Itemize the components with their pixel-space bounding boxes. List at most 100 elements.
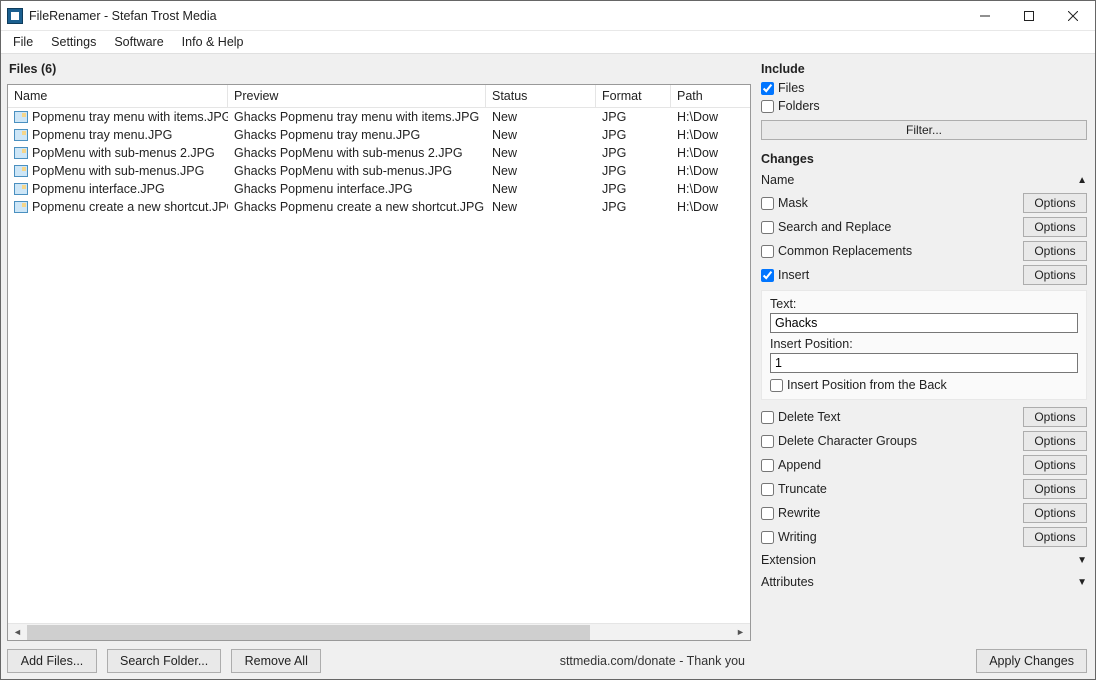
scroll-thumb[interactable] bbox=[27, 625, 590, 640]
add-files-button[interactable]: Add Files... bbox=[7, 649, 97, 673]
truncate-input[interactable] bbox=[761, 483, 774, 496]
col-path[interactable]: Path bbox=[671, 85, 721, 107]
table-row[interactable]: PopMenu with sub-menus 2.JPGGhacks PopMe… bbox=[8, 144, 750, 162]
delete-text-options-button[interactable]: Options bbox=[1023, 407, 1087, 427]
common-replacements-checkbox[interactable]: Common Replacements bbox=[761, 243, 1023, 259]
menu-file[interactable]: File bbox=[5, 33, 41, 51]
apply-changes-button[interactable]: Apply Changes bbox=[976, 649, 1087, 673]
writing-input[interactable] bbox=[761, 531, 774, 544]
delete-text-input[interactable] bbox=[761, 411, 774, 424]
table-row[interactable]: Popmenu create a new shortcut.JPGGhacks … bbox=[8, 198, 750, 216]
cell-path: H:\Dow bbox=[671, 127, 721, 143]
window-title: FileRenamer - Stefan Trost Media bbox=[29, 9, 963, 23]
extension-section-header[interactable]: Extension ▼ bbox=[761, 550, 1087, 570]
chevron-down-icon: ▼ bbox=[1077, 555, 1087, 566]
insert-checkbox[interactable]: Insert bbox=[761, 267, 1023, 283]
col-status[interactable]: Status bbox=[486, 85, 596, 107]
mask-checkbox[interactable]: Mask bbox=[761, 195, 1023, 211]
append-checkbox[interactable]: Append bbox=[761, 457, 1023, 473]
append-input[interactable] bbox=[761, 459, 774, 472]
writing-options-button[interactable]: Options bbox=[1023, 527, 1087, 547]
scroll-right-icon[interactable]: ► bbox=[732, 625, 749, 640]
insert-text-field[interactable] bbox=[770, 313, 1078, 333]
cell-format: JPG bbox=[596, 145, 671, 161]
file-name: Popmenu create a new shortcut.JPG bbox=[32, 200, 228, 214]
file-name: Popmenu tray menu.JPG bbox=[32, 128, 172, 142]
minimize-button[interactable] bbox=[963, 2, 1007, 30]
common-replacements-text: Common Replacements bbox=[778, 244, 912, 258]
insert-options-button[interactable]: Options bbox=[1023, 265, 1087, 285]
scroll-left-icon[interactable]: ◄ bbox=[9, 625, 26, 640]
file-icon bbox=[14, 129, 28, 141]
cell-preview: Ghacks Popmenu interface.JPG bbox=[228, 181, 486, 197]
files-table[interactable]: Name Preview Status Format Path Popmenu … bbox=[7, 84, 751, 641]
search-replace-checkbox[interactable]: Search and Replace bbox=[761, 219, 1023, 235]
horizontal-scrollbar[interactable]: ◄ ► bbox=[8, 623, 750, 640]
changes-label: Changes bbox=[761, 150, 1087, 168]
common-replacements-input[interactable] bbox=[761, 245, 774, 258]
col-name[interactable]: Name bbox=[8, 85, 228, 107]
include-folders-input[interactable] bbox=[761, 100, 774, 113]
cell-name: Popmenu create a new shortcut.JPG bbox=[8, 199, 228, 215]
maximize-button[interactable] bbox=[1007, 2, 1051, 30]
close-button[interactable] bbox=[1051, 2, 1095, 30]
cell-preview: Ghacks Popmenu tray menu.JPG bbox=[228, 127, 486, 143]
table-row[interactable]: Popmenu tray menu.JPG Ghacks Popmenu tray… bbox=[8, 126, 750, 144]
insert-from-back-input[interactable] bbox=[770, 379, 783, 392]
cell-status: New bbox=[486, 181, 596, 197]
mask-input[interactable] bbox=[761, 197, 774, 210]
menu-info[interactable]: Info & Help bbox=[174, 33, 252, 51]
truncate-checkbox[interactable]: Truncate bbox=[761, 481, 1023, 497]
include-files-checkbox[interactable]: Files bbox=[761, 80, 1087, 96]
table-row[interactable]: Popmenu interface.JPG Ghacks Popmenu inte… bbox=[8, 180, 750, 198]
cell-path: H:\Dow bbox=[671, 181, 721, 197]
delete-groups-input[interactable] bbox=[761, 435, 774, 448]
name-section-header[interactable]: Name ▲ bbox=[761, 170, 1087, 190]
menu-software[interactable]: Software bbox=[106, 33, 171, 51]
mask-text: Mask bbox=[778, 196, 808, 210]
cell-path: H:\Dow bbox=[671, 199, 721, 215]
insert-position-field[interactable] bbox=[770, 353, 1078, 373]
file-name: Popmenu interface.JPG bbox=[32, 182, 165, 196]
insert-input[interactable] bbox=[761, 269, 774, 282]
delete-text-checkbox[interactable]: Delete Text bbox=[761, 409, 1023, 425]
cell-path: H:\Dow bbox=[671, 145, 721, 161]
rewrite-label: Rewrite bbox=[778, 506, 820, 520]
cell-path: H:\Dow bbox=[671, 163, 721, 179]
mask-options-button[interactable]: Options bbox=[1023, 193, 1087, 213]
scroll-track[interactable] bbox=[27, 625, 731, 640]
settings-pane: Include Files Folders Filter... Changes … bbox=[757, 54, 1095, 679]
insert-text-label: Text: bbox=[770, 297, 1078, 311]
table-row[interactable]: Popmenu tray menu with items.JPGGhacks P… bbox=[8, 108, 750, 126]
truncate-options-button[interactable]: Options bbox=[1023, 479, 1087, 499]
col-format[interactable]: Format bbox=[596, 85, 671, 107]
chevron-down-icon: ▼ bbox=[1077, 577, 1087, 588]
search-replace-input[interactable] bbox=[761, 221, 774, 234]
cell-status: New bbox=[486, 163, 596, 179]
menu-settings[interactable]: Settings bbox=[43, 33, 104, 51]
file-icon bbox=[14, 165, 28, 177]
rewrite-checkbox[interactable]: Rewrite bbox=[761, 505, 1023, 521]
delete-groups-options-button[interactable]: Options bbox=[1023, 431, 1087, 451]
append-options-button[interactable]: Options bbox=[1023, 455, 1087, 475]
writing-checkbox[interactable]: Writing bbox=[761, 529, 1023, 545]
search-replace-options-button[interactable]: Options bbox=[1023, 217, 1087, 237]
remove-all-button[interactable]: Remove All bbox=[231, 649, 321, 673]
append-label: Append bbox=[778, 458, 821, 472]
insert-from-back-text: Insert Position from the Back bbox=[787, 378, 947, 392]
include-label: Include bbox=[761, 60, 1087, 78]
rewrite-input[interactable] bbox=[761, 507, 774, 520]
insert-from-back-checkbox[interactable]: Insert Position from the Back bbox=[770, 377, 1078, 393]
common-options-button[interactable]: Options bbox=[1023, 241, 1087, 261]
col-preview[interactable]: Preview bbox=[228, 85, 486, 107]
filter-button[interactable]: Filter... bbox=[761, 120, 1087, 140]
include-files-input[interactable] bbox=[761, 82, 774, 95]
cell-preview: Ghacks Popmenu create a new shortcut.JPG bbox=[228, 199, 486, 215]
include-folders-checkbox[interactable]: Folders bbox=[761, 98, 1087, 114]
attributes-section-header[interactable]: Attributes ▼ bbox=[761, 572, 1087, 592]
table-row[interactable]: PopMenu with sub-menus.JPGGhacks PopMenu… bbox=[8, 162, 750, 180]
search-folder-button[interactable]: Search Folder... bbox=[107, 649, 221, 673]
chevron-up-icon: ▲ bbox=[1077, 175, 1087, 186]
delete-groups-checkbox[interactable]: Delete Character Groups bbox=[761, 433, 1023, 449]
rewrite-options-button[interactable]: Options bbox=[1023, 503, 1087, 523]
